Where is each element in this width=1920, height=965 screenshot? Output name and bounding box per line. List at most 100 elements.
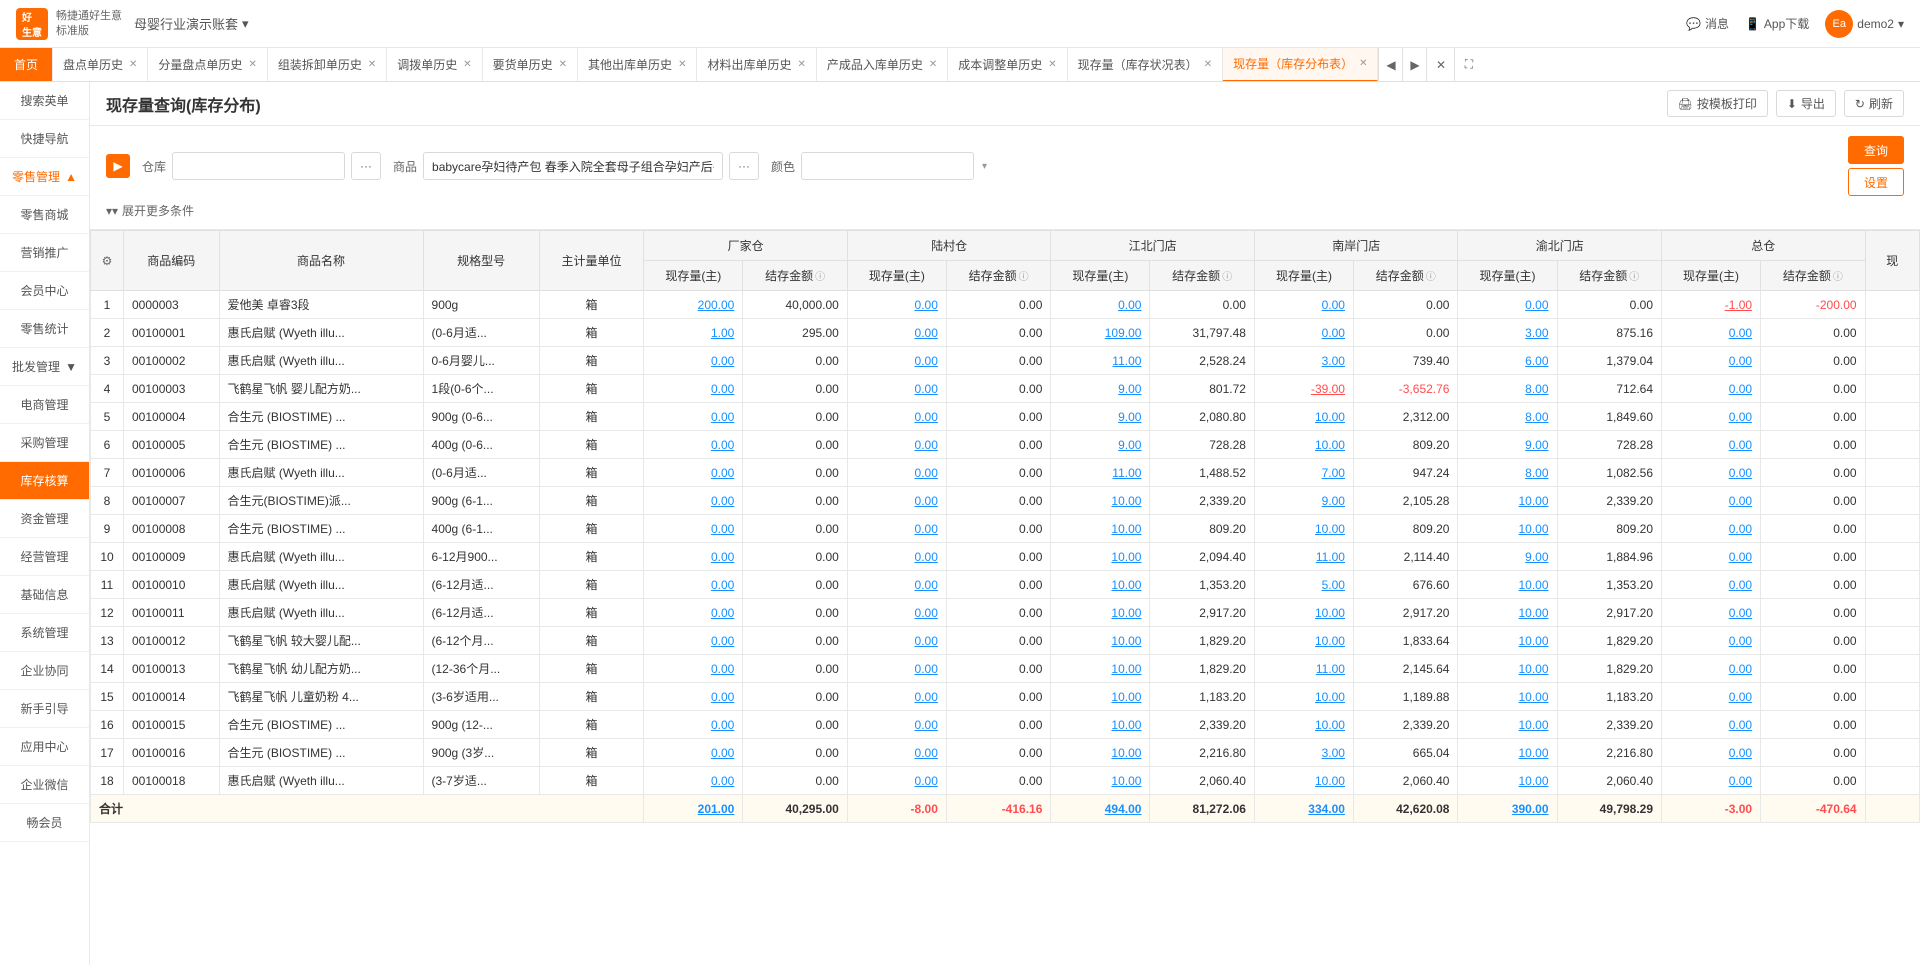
cell-total-qty[interactable]: 0.00 (1662, 459, 1761, 487)
cell-fac-qty[interactable]: 0.00 (644, 347, 743, 375)
cell-lu-qty[interactable]: 0.00 (847, 711, 946, 739)
cell-lu-qty[interactable]: 0.00 (847, 571, 946, 599)
close-icon[interactable]: ✕ (1048, 59, 1056, 70)
cell-fac-qty[interactable]: 0.00 (644, 403, 743, 431)
cell-yb-qty[interactable]: 10.00 (1458, 487, 1557, 515)
user-menu[interactable]: Ea demo2 ▾ (1825, 10, 1904, 38)
cell-jb-qty[interactable]: 10.00 (1051, 515, 1150, 543)
cell-fac-qty[interactable]: 0.00 (644, 599, 743, 627)
color-input[interactable] (801, 152, 974, 180)
table-container[interactable]: ⚙ 商品编码 商品名称 规格型号 主计量单位 厂家仓 陆村仓 江北门店 南岸门店… (90, 230, 1920, 965)
cell-jb-qty[interactable]: 11.00 (1051, 459, 1150, 487)
cell-lu-qty[interactable]: 0.00 (847, 627, 946, 655)
cell-total-qty[interactable]: 0.00 (1662, 655, 1761, 683)
cell-yb-qty[interactable]: 10.00 (1458, 683, 1557, 711)
warehouse-dots-btn[interactable]: ··· (351, 152, 381, 180)
sidebar-item-retail[interactable]: 零售管理 ▲ (0, 158, 89, 196)
settings-icon[interactable]: ⚙ (99, 253, 115, 269)
sidebar-item-retailstats[interactable]: 零售统计 (0, 310, 89, 348)
sidebar-item-ecom[interactable]: 电商管理 (0, 386, 89, 424)
close-icon[interactable]: ✕ (559, 59, 567, 70)
sidebar-item-wholesale[interactable]: 批发管理 ▼ (0, 348, 89, 386)
cell-na-qty[interactable]: 3.00 (1254, 347, 1353, 375)
cell-na-qty[interactable]: 0.00 (1254, 319, 1353, 347)
tab-kucfen[interactable]: 现存量（库存分布表）✕ (1223, 48, 1378, 82)
cell-jb-qty[interactable]: 10.00 (1051, 627, 1150, 655)
cell-total-qty[interactable]: 0.00 (1662, 347, 1761, 375)
setting-btn[interactable]: 设置 (1848, 168, 1904, 196)
cell-na-qty[interactable]: 10.00 (1254, 627, 1353, 655)
lu-info-icon[interactable]: ⓘ (1019, 272, 1029, 283)
close-icon[interactable]: ✕ (797, 59, 805, 70)
sidebar-item-finance[interactable]: 资金管理 (0, 500, 89, 538)
cell-yb-qty[interactable]: 10.00 (1458, 767, 1557, 795)
sidebar-item-nav[interactable]: 快捷导航 (0, 120, 89, 158)
cell-total-qty[interactable]: 0.00 (1662, 767, 1761, 795)
cell-yb-qty[interactable]: 10.00 (1458, 627, 1557, 655)
cell-lu-qty[interactable]: 0.00 (847, 291, 946, 319)
cell-fac-qty[interactable]: 0.00 (644, 543, 743, 571)
cell-yb-qty[interactable]: 8.00 (1458, 375, 1557, 403)
cell-yb-qty[interactable]: 0.00 (1458, 291, 1557, 319)
footer-yb-qty[interactable]: 390.00 (1458, 795, 1557, 823)
close-icon[interactable]: ✕ (129, 59, 137, 70)
app-download-btn[interactable]: 📱 App下载 (1745, 15, 1809, 32)
cell-na-qty[interactable]: -39.00 (1254, 375, 1353, 403)
cell-total-qty[interactable]: 0.00 (1662, 319, 1761, 347)
message-btn[interactable]: 💬 消息 (1686, 15, 1729, 32)
cell-jb-qty[interactable]: 10.00 (1051, 599, 1150, 627)
tab-material[interactable]: 材料出库单历史 ✕ (697, 48, 816, 82)
cell-lu-qty[interactable]: 0.00 (847, 347, 946, 375)
cell-fac-qty[interactable]: 0.00 (644, 571, 743, 599)
cell-jb-qty[interactable]: 0.00 (1051, 291, 1150, 319)
close-icon[interactable]: ✕ (929, 59, 937, 70)
tab-zuche[interactable]: 组装拆卸单历史 ✕ (268, 48, 387, 82)
cell-total-qty[interactable]: 0.00 (1662, 739, 1761, 767)
footer-fac-qty[interactable]: 201.00 (644, 795, 743, 823)
cell-total-qty[interactable]: 0.00 (1662, 431, 1761, 459)
cell-lu-qty[interactable]: 0.00 (847, 459, 946, 487)
cell-jb-qty[interactable]: 10.00 (1051, 739, 1150, 767)
cell-na-qty[interactable]: 3.00 (1254, 739, 1353, 767)
sidebar-item-apps[interactable]: 应用中心 (0, 728, 89, 766)
cell-na-qty[interactable]: 10.00 (1254, 431, 1353, 459)
cell-lu-qty[interactable]: 0.00 (847, 515, 946, 543)
cell-na-qty[interactable]: 11.00 (1254, 543, 1353, 571)
sidebar-item-system[interactable]: 系统管理 (0, 614, 89, 652)
cell-fac-qty[interactable]: 0.00 (644, 739, 743, 767)
cell-na-qty[interactable]: 9.00 (1254, 487, 1353, 515)
cell-yb-qty[interactable]: 10.00 (1458, 711, 1557, 739)
cell-na-qty[interactable]: 11.00 (1254, 655, 1353, 683)
cell-fac-qty[interactable]: 0.00 (644, 487, 743, 515)
cell-na-qty[interactable]: 10.00 (1254, 403, 1353, 431)
close-icon[interactable]: ✕ (368, 59, 376, 70)
cell-lu-qty[interactable]: 0.00 (847, 543, 946, 571)
goods-dots-btn[interactable]: ··· (729, 152, 759, 180)
tab-kuczhuang[interactable]: 现存量（库存状况表）✕ (1068, 48, 1223, 82)
cell-fac-qty[interactable]: 0.00 (644, 711, 743, 739)
cell-total-qty[interactable]: 0.00 (1662, 515, 1761, 543)
tab-chanpin[interactable]: 产成品入库单历史 ✕ (817, 48, 948, 82)
cell-yb-qty[interactable]: 10.00 (1458, 599, 1557, 627)
cell-yb-qty[interactable]: 10.00 (1458, 571, 1557, 599)
close-icon[interactable]: ✕ (463, 59, 471, 70)
jb-info-icon[interactable]: ⓘ (1222, 272, 1232, 283)
cell-lu-qty[interactable]: 0.00 (847, 319, 946, 347)
cell-total-qty[interactable]: 0.00 (1662, 487, 1761, 515)
cell-jb-qty[interactable]: 109.00 (1051, 319, 1150, 347)
cell-yb-qty[interactable]: 3.00 (1458, 319, 1557, 347)
cell-na-qty[interactable]: 5.00 (1254, 571, 1353, 599)
sidebar-item-base[interactable]: 基础信息 (0, 576, 89, 614)
cell-lu-qty[interactable]: 0.00 (847, 655, 946, 683)
cell-na-qty[interactable]: 0.00 (1254, 291, 1353, 319)
cell-total-qty[interactable]: 0.00 (1662, 599, 1761, 627)
cell-na-qty[interactable]: 10.00 (1254, 515, 1353, 543)
cell-fac-qty[interactable]: 0.00 (644, 655, 743, 683)
total-info-icon[interactable]: ⓘ (1833, 272, 1843, 283)
cell-lu-qty[interactable]: 0.00 (847, 431, 946, 459)
cell-total-qty[interactable]: -1.00 (1662, 291, 1761, 319)
cell-jb-qty[interactable]: 9.00 (1051, 375, 1150, 403)
tab-home[interactable]: 首页 (0, 48, 53, 82)
cell-na-qty[interactable]: 10.00 (1254, 711, 1353, 739)
cell-fac-qty[interactable]: 0.00 (644, 431, 743, 459)
